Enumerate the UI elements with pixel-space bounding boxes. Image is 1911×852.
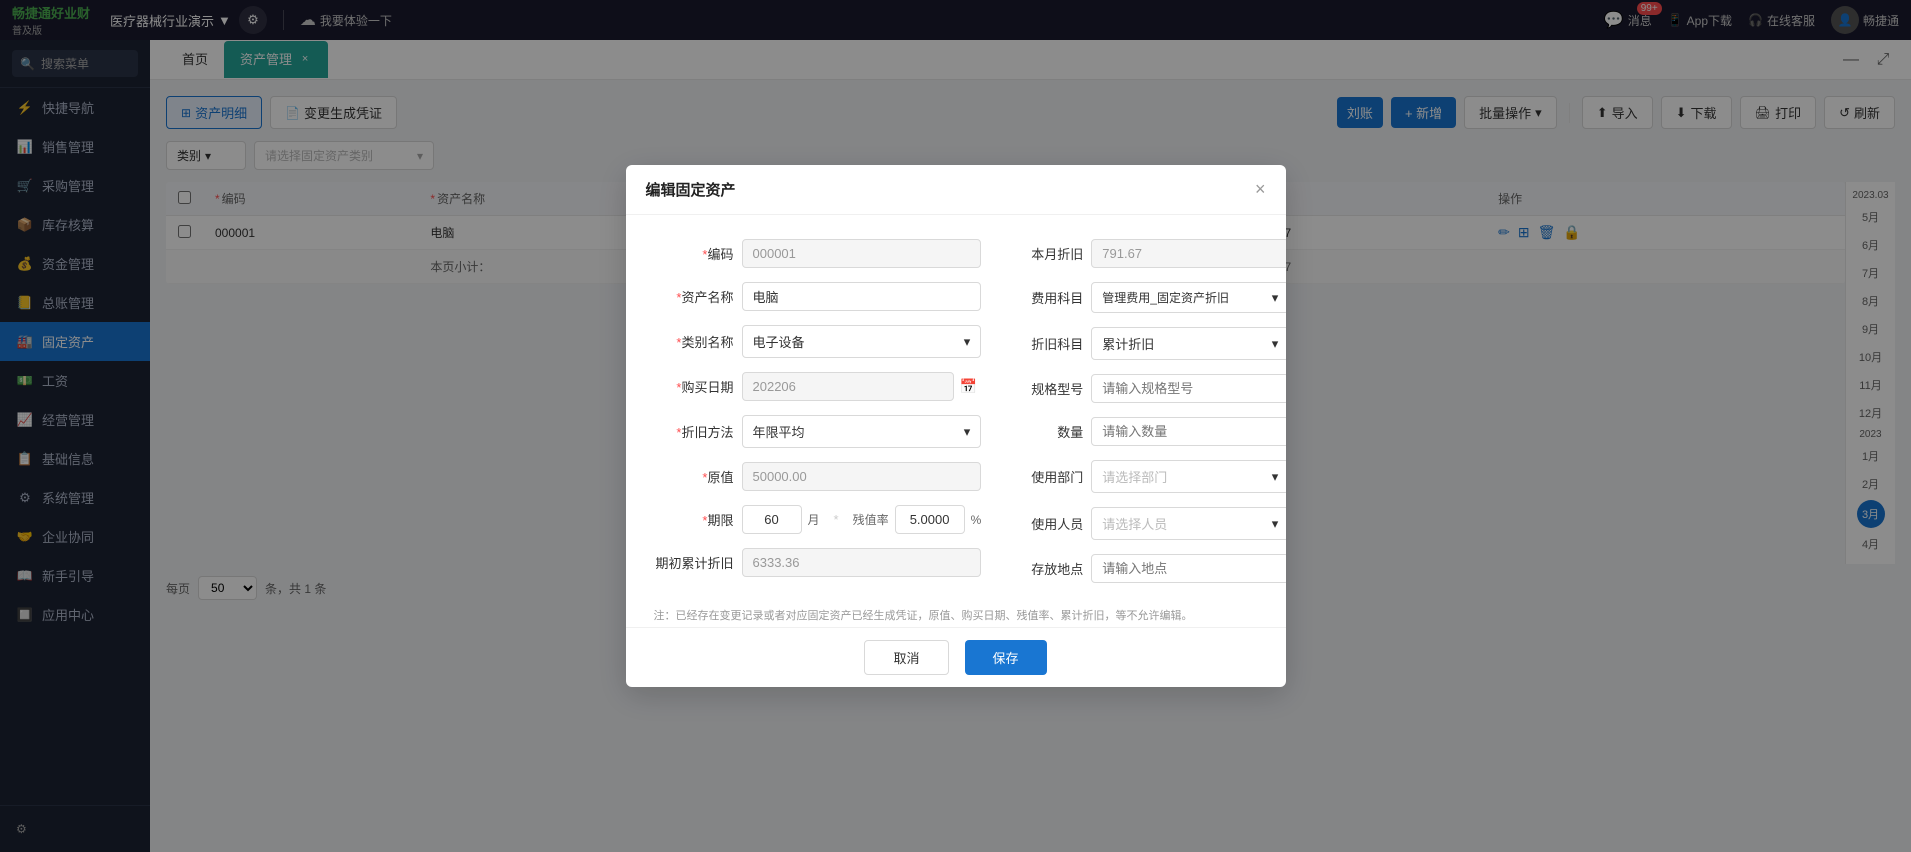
expense-subject-label: 费用科目 <box>1013 288 1083 307</box>
chevron-down-icon: ▾ <box>1272 516 1279 532</box>
form-row-month-dep: 本月折旧 <box>1013 239 1285 268</box>
purchase-date-label: *购买日期 <box>654 377 734 396</box>
spec-model-input[interactable] <box>1091 374 1285 403</box>
modal-header: 编辑固定资产 × <box>626 165 1286 215</box>
modal-note: 注：已经存在变更记录或者对应固定资产已经生成凭证，原值、购买日期、残值率、累计折… <box>626 599 1286 627</box>
expense-subject-select[interactable]: 管理费用_固定资产折旧 ▾ <box>1091 282 1285 313</box>
edit-modal: 编辑固定资产 × *编码 *资产名称 <box>626 165 1286 687</box>
location-input[interactable] <box>1091 554 1285 583</box>
chevron-down-icon: ▾ <box>964 424 971 440</box>
residual-rate-input[interactable] <box>895 505 965 534</box>
form-row-category: *类别名称 电子设备 ▾ <box>654 325 982 358</box>
category-select[interactable]: 电子设备 ▾ <box>742 325 982 358</box>
form-row-original-value: *原值 <box>654 462 982 491</box>
form-row-location: 存放地点 <box>1013 554 1285 583</box>
original-value-label: *原值 <box>654 467 734 486</box>
period-unit: 月 <box>808 511 820 528</box>
modal-overlay: 编辑固定资产 × *编码 *资产名称 <box>0 0 1911 852</box>
modal-footer: 取消 保存 <box>626 627 1286 687</box>
form-left: *编码 *资产名称 *类别名称 <box>654 239 982 583</box>
form-row-dep-method: *折旧方法 年限平均 ▾ <box>654 415 982 448</box>
modal-title: 编辑固定资产 <box>646 179 736 200</box>
residual-rate-label: 残值率 <box>853 511 889 528</box>
chevron-down-icon: ▾ <box>1272 290 1279 306</box>
form-row-period: *期限 月 * 残值率 % <box>654 505 982 534</box>
init-acc-dep-label: 期初累计折旧 <box>654 553 734 572</box>
code-label: *编码 <box>654 244 734 263</box>
form-row-name: *资产名称 <box>654 282 982 311</box>
save-button[interactable]: 保存 <box>965 640 1047 675</box>
form-right: 本月折旧 费用科目 管理费用_固定资产折旧 ▾ <box>1013 239 1285 583</box>
purchase-date-input[interactable] <box>742 372 954 401</box>
dep-subject-label: 折旧科目 <box>1013 334 1083 353</box>
form-row-dep-subject: 折旧科目 累计折旧 ▾ <box>1013 327 1285 360</box>
init-acc-dep-input[interactable] <box>742 548 982 577</box>
period-input[interactable] <box>742 505 802 534</box>
form-row-code: *编码 <box>654 239 982 268</box>
month-dep-input[interactable] <box>1091 239 1285 268</box>
code-input[interactable] <box>742 239 982 268</box>
form-row-purchase-date: *购买日期 📅 <box>654 372 982 401</box>
calendar-icon[interactable]: 📅 <box>960 378 977 395</box>
residual-rate-unit: % <box>971 513 982 527</box>
purchase-date-group: 📅 <box>742 372 982 401</box>
sep: * <box>834 512 839 527</box>
form-row-spec-model: 规格型号 <box>1013 374 1285 403</box>
name-input[interactable] <box>742 282 982 311</box>
form-row-expense-subject: 费用科目 管理费用_固定资产折旧 ▾ <box>1013 282 1285 313</box>
period-label: *期限 <box>654 510 734 529</box>
category-label: *类别名称 <box>654 332 734 351</box>
user-label: 使用人员 <box>1013 514 1083 533</box>
form-row-user: 使用人员 请选择人员 ▾ <box>1013 507 1285 540</box>
user-select[interactable]: 请选择人员 ▾ <box>1091 507 1285 540</box>
spec-model-label: 规格型号 <box>1013 379 1083 398</box>
modal-close-button[interactable]: × <box>1255 179 1266 200</box>
form-row-dept: 使用部门 请选择部门 ▾ <box>1013 460 1285 493</box>
dep-method-select[interactable]: 年限平均 ▾ <box>742 415 982 448</box>
dep-method-label: *折旧方法 <box>654 422 734 441</box>
location-label: 存放地点 <box>1013 559 1083 578</box>
form-row-quantity: 数量 <box>1013 417 1285 446</box>
form-grid: *编码 *资产名称 *类别名称 <box>654 239 1258 583</box>
month-dep-label: 本月折旧 <box>1013 244 1083 263</box>
dept-select[interactable]: 请选择部门 ▾ <box>1091 460 1285 493</box>
cancel-button[interactable]: 取消 <box>864 640 948 675</box>
form-row-init-acc-dep: 期初累计折旧 <box>654 548 982 577</box>
modal-body: *编码 *资产名称 *类别名称 <box>626 215 1286 599</box>
chevron-down-icon: ▾ <box>964 334 971 350</box>
chevron-down-icon: ▾ <box>1272 469 1279 485</box>
quantity-input[interactable] <box>1091 417 1285 446</box>
dept-label: 使用部门 <box>1013 467 1083 486</box>
name-label: *资产名称 <box>654 287 734 306</box>
quantity-label: 数量 <box>1013 422 1083 441</box>
period-group: 月 * 残值率 % <box>742 505 982 534</box>
dep-subject-select[interactable]: 累计折旧 ▾ <box>1091 327 1285 360</box>
chevron-down-icon: ▾ <box>1272 336 1279 352</box>
original-value-input[interactable] <box>742 462 982 491</box>
